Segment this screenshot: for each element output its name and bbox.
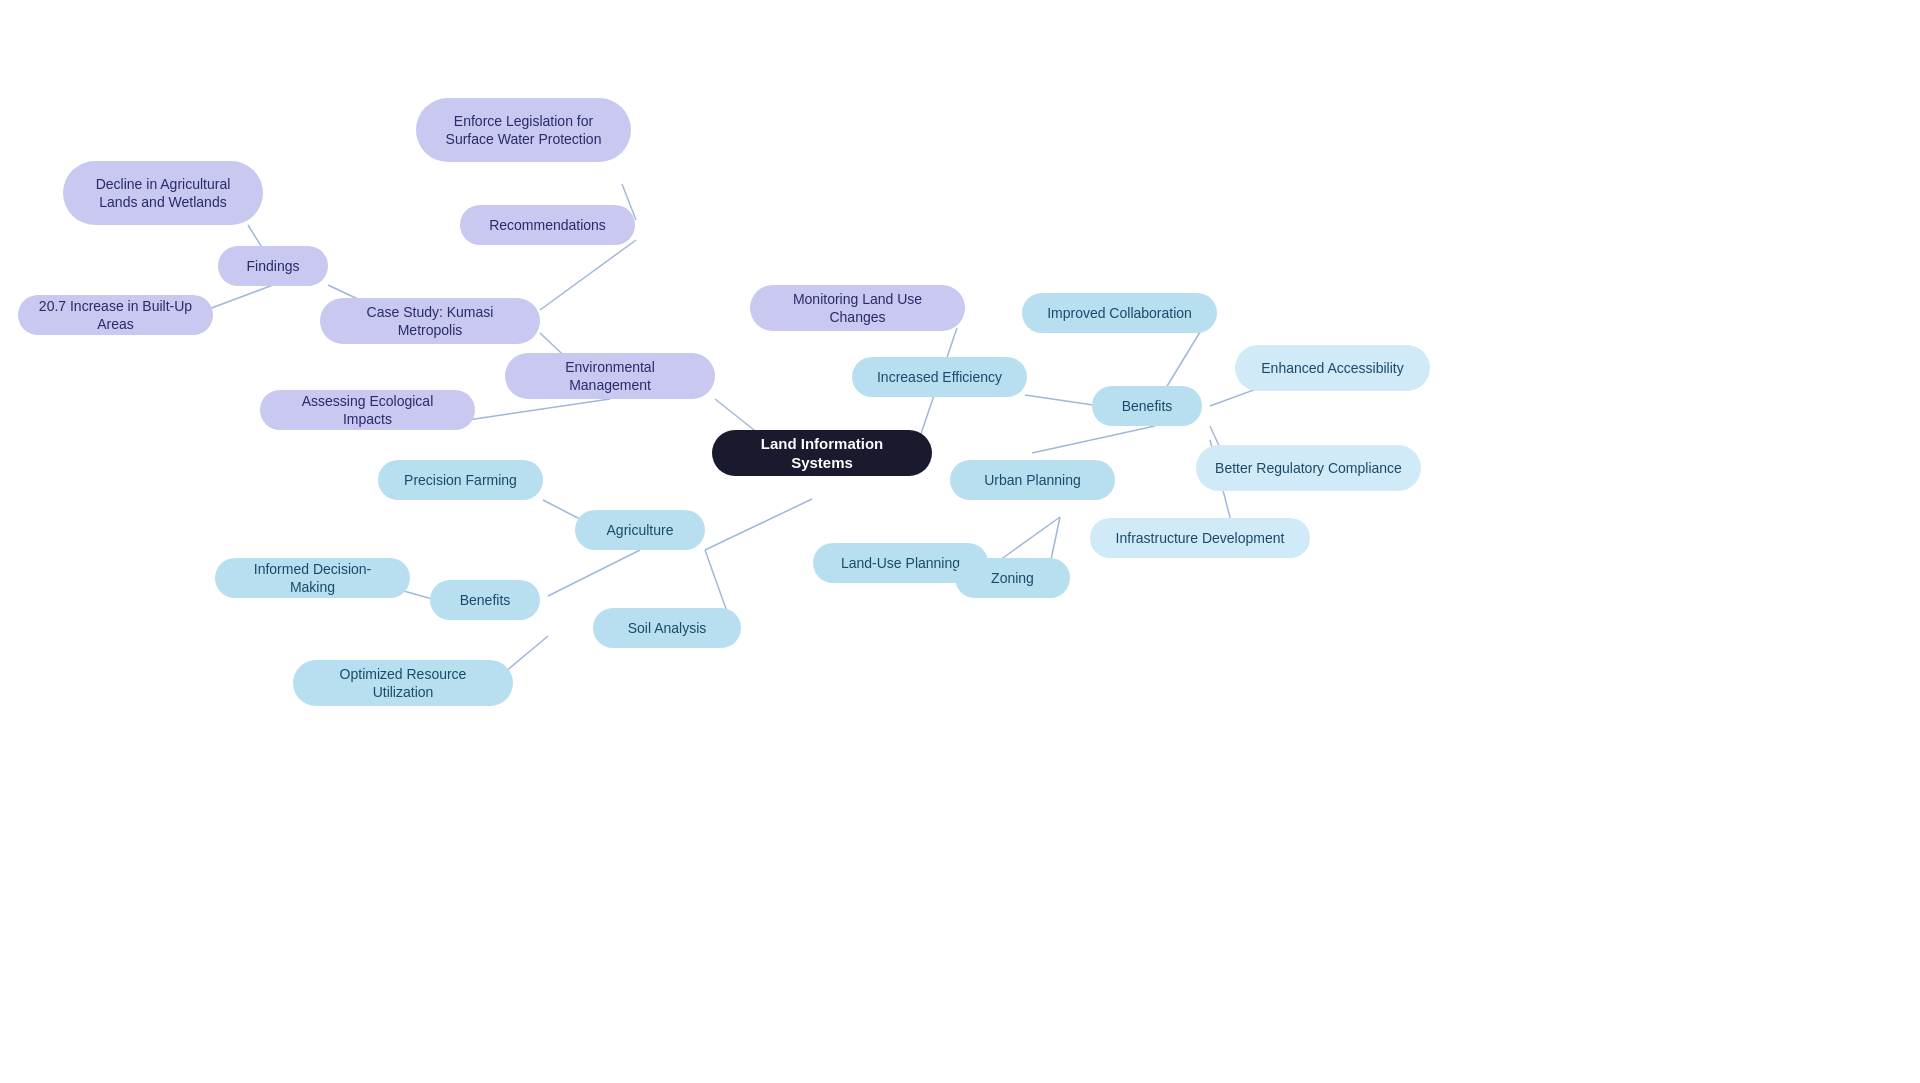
node-zoning[interactable]: Zoning (955, 558, 1070, 598)
connections-svg (0, 0, 1920, 1083)
node-urban[interactable]: Urban Planning (950, 460, 1115, 500)
svg-line-17 (1025, 395, 1100, 406)
node-environmental-management[interactable]: Environmental Management (505, 353, 715, 399)
mindmap-container: Land Information Systems Environmental M… (0, 0, 1920, 1083)
node-builtup[interactable]: 20.7 Increase in Built-Up Areas (18, 295, 213, 335)
svg-line-3 (705, 499, 812, 550)
node-better-reg[interactable]: Better Regulatory Compliance (1196, 445, 1421, 491)
node-benefits-right[interactable]: Benefits (1092, 386, 1202, 426)
node-decline[interactable]: Decline in Agricultural Lands and Wetlan… (63, 161, 263, 225)
node-improved-collab[interactable]: Improved Collaboration (1022, 293, 1217, 333)
svg-line-2 (1032, 426, 1155, 453)
node-infra[interactable]: Infrastructure Development (1090, 518, 1310, 558)
node-informed[interactable]: Informed Decision-Making (215, 558, 410, 598)
node-soil[interactable]: Soil Analysis (593, 608, 741, 648)
node-recommendations[interactable]: Recommendations (460, 205, 635, 245)
svg-line-22 (1000, 517, 1060, 560)
node-enhanced[interactable]: Enhanced Accessibility (1235, 345, 1430, 391)
node-assessing[interactable]: Assessing Ecological Impacts (260, 390, 475, 430)
node-center[interactable]: Land Information Systems (712, 430, 932, 476)
node-agri-benefits[interactable]: Benefits (430, 580, 540, 620)
node-increased-efficiency[interactable]: Increased Efficiency (852, 357, 1027, 397)
svg-line-6 (468, 399, 610, 420)
node-precision[interactable]: Precision Farming (378, 460, 543, 500)
node-findings[interactable]: Findings (218, 246, 328, 286)
node-enforce[interactable]: Enforce Legislation for Surface Water Pr… (416, 98, 631, 162)
svg-line-14 (548, 550, 640, 596)
node-agriculture[interactable]: Agriculture (575, 510, 705, 550)
node-monitoring[interactable]: Monitoring Land Use Changes (750, 285, 965, 331)
node-case-study[interactable]: Case Study: Kumasi Metropolis (320, 298, 540, 344)
node-optimized[interactable]: Optimized Resource Utilization (293, 660, 513, 706)
svg-line-8 (540, 240, 636, 310)
